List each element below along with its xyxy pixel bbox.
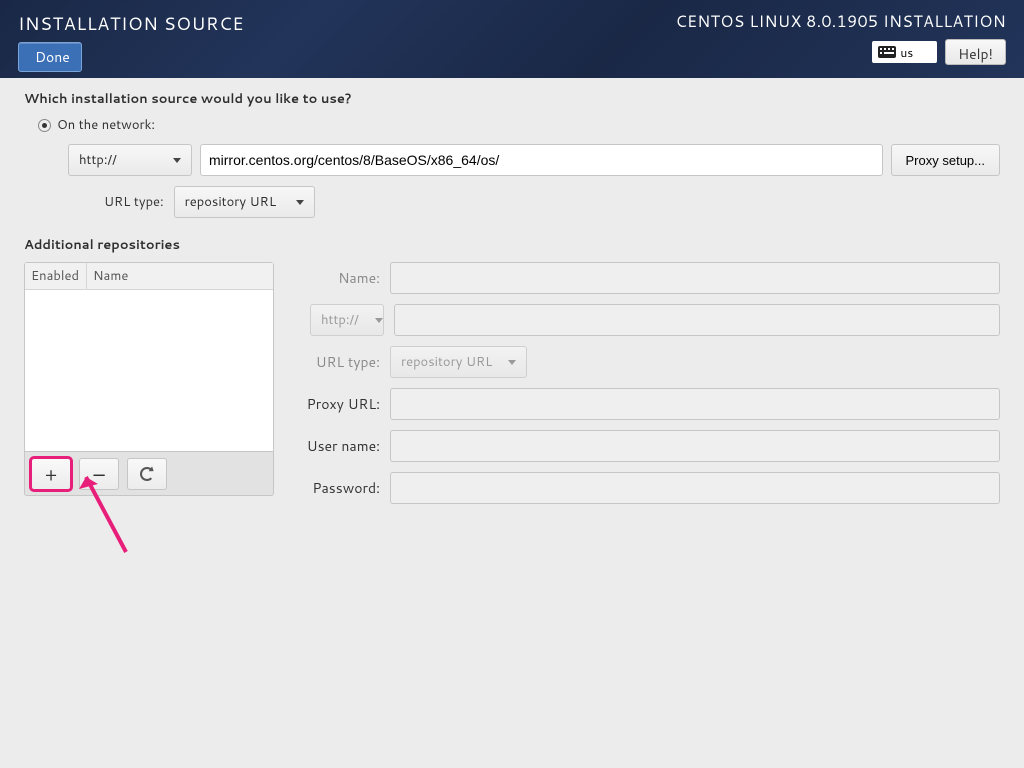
proxy-setup-button[interactable]: Proxy setup...: [891, 144, 1000, 176]
add-repo-button[interactable]: +: [31, 458, 71, 490]
repo-name-input: [390, 262, 1000, 294]
url-type-label: URL type:: [104, 193, 164, 211]
repo-toolbar: + −: [24, 452, 274, 496]
source-prompt: Which installation source would you like…: [24, 90, 1000, 108]
col-name: Name: [87, 263, 273, 289]
refresh-repo-button[interactable]: [127, 458, 167, 490]
header: INSTALLATION SOURCE Done CENTOS LINUX 8.…: [0, 0, 1024, 78]
source-url-input[interactable]: [200, 144, 883, 176]
repo-user-input: [390, 430, 1000, 462]
repo-proxy-label: Proxy URL:: [300, 394, 380, 414]
installer-subtitle: CENTOS LINUX 8.0.1905 INSTALLATION: [675, 10, 1006, 33]
repo-url-type-label: URL type:: [300, 352, 380, 372]
refresh-icon: [140, 467, 154, 481]
chevron-down-icon: [375, 318, 383, 323]
repo-protocol-value: http://: [321, 311, 359, 329]
plus-icon: +: [45, 461, 57, 487]
repo-list[interactable]: Enabled Name: [24, 262, 274, 452]
chevron-down-icon: [173, 158, 181, 163]
chevron-down-icon: [296, 200, 304, 205]
keyboard-layout-text: us: [900, 44, 913, 61]
keyboard-icon: [878, 46, 896, 58]
repo-list-header: Enabled Name: [25, 263, 273, 290]
repo-password-label: Password:: [300, 478, 380, 498]
on-network-label: On the network:: [57, 116, 155, 134]
help-button[interactable]: Help!: [945, 39, 1006, 65]
repo-user-label: User name:: [300, 436, 380, 456]
minus-icon: −: [91, 461, 106, 487]
repo-details-form: Name: http:// URL type: repository URL: [300, 262, 1000, 514]
page-title: INSTALLATION SOURCE: [18, 10, 244, 36]
repo-url-input: [394, 304, 1000, 336]
repo-url-type-dropdown: repository URL: [390, 346, 527, 378]
protocol-value: http://: [79, 151, 117, 169]
url-type-dropdown[interactable]: repository URL: [174, 186, 315, 218]
repo-url-type-value: repository URL: [401, 353, 492, 371]
url-type-value: repository URL: [185, 193, 276, 211]
chevron-down-icon: [508, 360, 516, 365]
remove-repo-button[interactable]: −: [79, 458, 119, 490]
repo-password-input: [390, 472, 1000, 504]
additional-repos-title: Additional repositories: [24, 236, 1000, 254]
radio-icon: [38, 119, 51, 132]
done-button[interactable]: Done: [18, 42, 82, 72]
repo-name-label: Name:: [300, 268, 380, 288]
repo-protocol-dropdown: http://: [310, 304, 384, 336]
on-network-radio[interactable]: On the network:: [24, 116, 1000, 134]
keyboard-layout-indicator[interactable]: us: [872, 41, 937, 63]
col-enabled: Enabled: [25, 263, 87, 289]
protocol-dropdown[interactable]: http://: [68, 144, 192, 176]
repo-proxy-input: [390, 388, 1000, 420]
